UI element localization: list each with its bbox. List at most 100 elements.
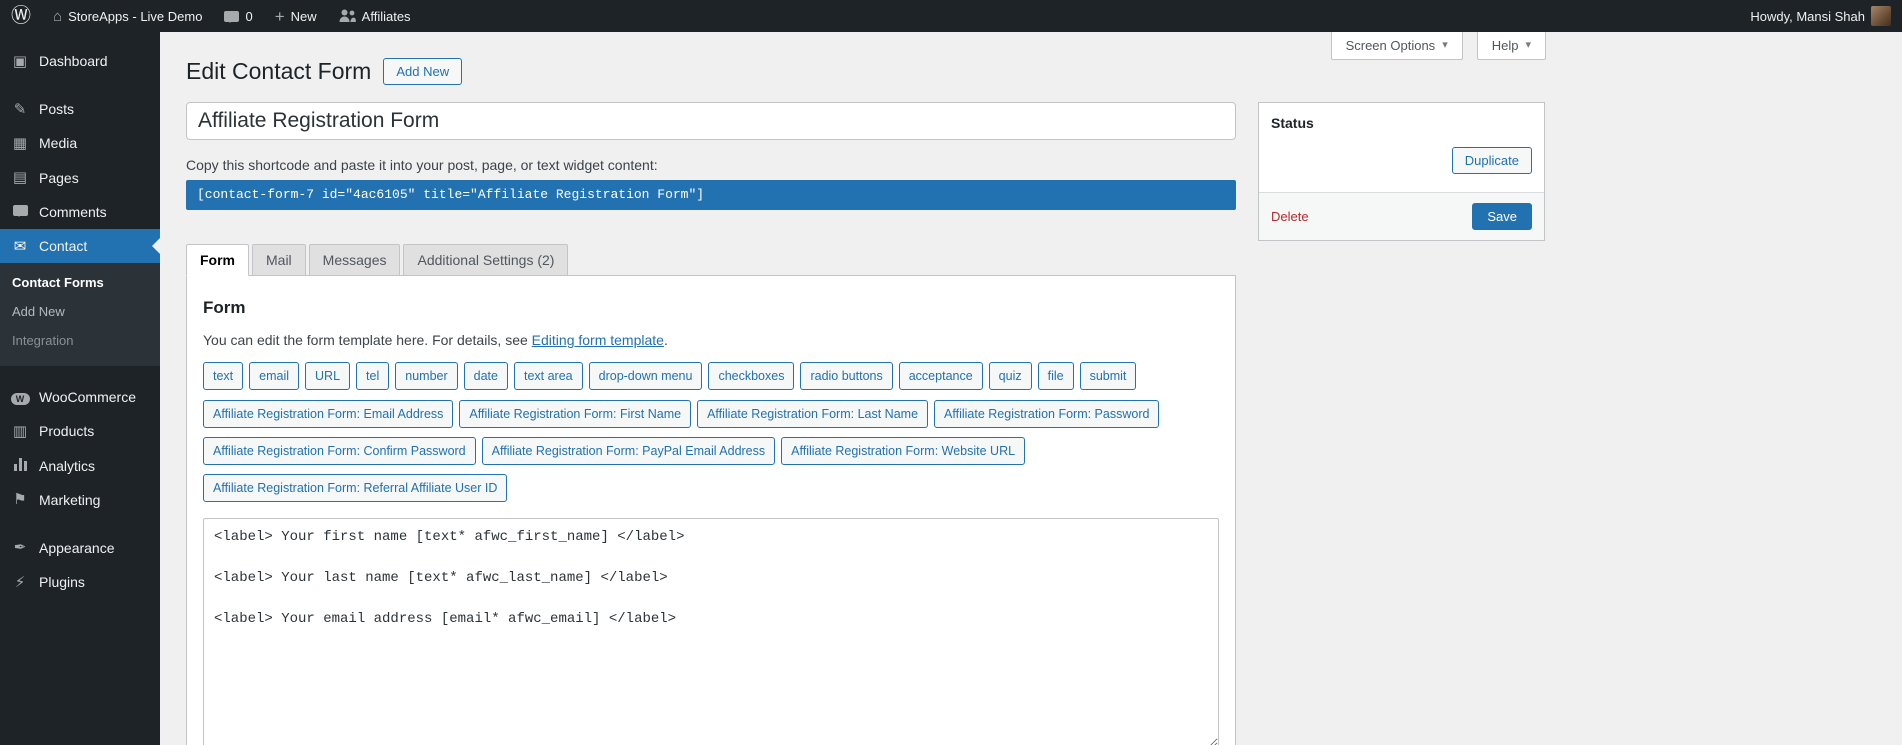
custom-tag-buttons: Affiliate Registration Form: Email Addre…	[203, 400, 1219, 503]
woocommerce-icon: W	[10, 390, 30, 405]
tag-generator-button[interactable]: checkboxes	[708, 361, 795, 391]
sidebar-item-label: Products	[39, 423, 95, 440]
form-template-editor[interactable]: <label> Your first name [text* afwc_firs…	[203, 518, 1219, 745]
form-title-input[interactable]	[186, 101, 1236, 140]
contact-submenu: Contact Forms Add New Integration	[0, 263, 160, 367]
sidebar-item-comments[interactable]: Comments	[0, 195, 160, 229]
home-icon: ⌂	[53, 7, 63, 25]
main-column: Copy this shortcode and paste it into yo…	[186, 101, 1236, 745]
sidebar-item-media[interactable]: ▦ Media	[0, 126, 160, 160]
tag-generator-button[interactable]: URL	[305, 361, 351, 391]
tag-generator-button[interactable]: radio buttons	[800, 361, 893, 391]
sidebar-item-label: Media	[39, 135, 78, 152]
sidebar-item-marketing[interactable]: ⚑ Marketing	[0, 483, 160, 517]
screen-options-button[interactable]: Screen Options ▾	[1330, 32, 1463, 60]
sidebar-item-pages[interactable]: ▤ Pages	[0, 161, 160, 195]
sidebar-item-posts[interactable]: ✎ Posts	[0, 92, 160, 126]
sidebar-item-products[interactable]: ▥ Products	[0, 414, 160, 448]
side-column: Status Duplicate Delete Save	[1258, 101, 1545, 241]
submenu-item-contact-forms[interactable]: Contact Forms	[0, 268, 160, 297]
custom-tag-button[interactable]: Affiliate Registration Form: Password	[934, 400, 1160, 429]
analytics-chart-icon	[10, 457, 30, 474]
menu-separator	[0, 366, 160, 380]
form-tab-panel: Form You can edit the form template here…	[186, 274, 1236, 745]
tag-generator-button[interactable]: number	[395, 361, 458, 391]
add-new-button[interactable]: Add New	[383, 58, 463, 86]
tag-generator-button[interactable]: quiz	[988, 361, 1032, 391]
wordpress-logo-icon: Ⓦ	[11, 5, 31, 27]
tab-form[interactable]: Form	[186, 243, 249, 276]
sidebar-item-plugins[interactable]: ⚡ Plugins	[0, 565, 160, 599]
status-body: Duplicate	[1259, 143, 1544, 192]
admin-sidebar: ▣ Dashboard ✎ Posts ▦ Media ▤ Pages Comm…	[0, 32, 160, 745]
comments-link[interactable]: 0	[213, 0, 263, 32]
pages-icon: ▤	[12, 169, 28, 187]
screen-options-label: Screen Options	[1345, 38, 1436, 53]
sidebar-item-dashboard[interactable]: ▣ Dashboard	[0, 44, 160, 78]
tag-generator-button[interactable]: acceptance	[898, 361, 983, 391]
tab-messages[interactable]: Messages	[308, 243, 401, 276]
custom-tag-button[interactable]: Affiliate Registration Form: Confirm Pas…	[203, 437, 476, 466]
sidebar-item-label: Pages	[39, 169, 79, 186]
tag-generator-button[interactable]: submit	[1079, 361, 1137, 391]
custom-tag-button[interactable]: Affiliate Registration Form: Website URL	[781, 437, 1026, 466]
sidebar-item-contact[interactable]: ✉ Contact	[0, 228, 160, 264]
sidebar-item-analytics[interactable]: Analytics	[0, 449, 160, 483]
submenu-item-integration[interactable]: Integration	[0, 326, 160, 355]
affiliates-people-icon	[339, 9, 356, 22]
help-button[interactable]: Help ▾	[1476, 32, 1546, 60]
affiliates-label: Affiliates	[361, 8, 411, 24]
sidebar-item-appearance[interactable]: ✒ Appearance	[0, 531, 160, 565]
submenu-item-add-new[interactable]: Add New	[0, 297, 160, 326]
tag-generator-button[interactable]: email	[249, 361, 300, 391]
shortcode-field[interactable]	[186, 179, 1236, 210]
wp-logo-menu[interactable]: Ⓦ	[0, 0, 42, 32]
duplicate-button[interactable]: Duplicate	[1451, 146, 1532, 174]
help-label: Help	[1491, 38, 1519, 53]
account-menu[interactable]: Howdy, Mansi Shah	[1739, 0, 1902, 32]
editor-columns: Copy this shortcode and paste it into yo…	[186, 101, 1546, 745]
shortcode-hint-text: Copy this shortcode and paste it into yo…	[186, 156, 658, 173]
media-icon: ▦	[12, 134, 28, 152]
sidebar-item-label: Dashboard	[39, 53, 108, 69]
custom-tag-button[interactable]: Affiliate Registration Form: Referral Af…	[203, 474, 508, 503]
menu-separator	[0, 517, 160, 531]
editing-form-template-link[interactable]: Editing form template	[532, 332, 664, 348]
custom-tag-button[interactable]: Affiliate Registration Form: PayPal Emai…	[481, 437, 776, 466]
save-button[interactable]: Save	[1472, 202, 1532, 230]
comments-bubble-icon	[224, 10, 240, 23]
posts-icon: ✎	[13, 100, 27, 118]
sidebar-item-label: Plugins	[39, 574, 85, 591]
appearance-icon: ✒	[13, 539, 27, 557]
editor-hint: You can edit the form template here. For…	[203, 332, 1219, 348]
delete-link[interactable]: Delete	[1271, 209, 1309, 224]
marketing-icon: ⚑	[13, 491, 27, 509]
site-name-link[interactable]: ⌂ StoreApps - Live Demo	[42, 0, 213, 32]
custom-tag-button[interactable]: Affiliate Registration Form: Last Name	[697, 400, 929, 429]
custom-tag-button[interactable]: Affiliate Registration Form: First Name	[459, 400, 692, 429]
chevron-down-icon: ▾	[1525, 39, 1531, 51]
screen-meta-links: Screen Options ▾ Help ▾	[1330, 32, 1546, 60]
status-heading: Status	[1271, 114, 1314, 131]
content-area: Screen Options ▾ Help ▾ Edit Contact For…	[160, 32, 1902, 745]
tag-generator-button[interactable]: text area	[513, 361, 583, 391]
site-name-label: StoreApps - Live Demo	[68, 8, 203, 24]
tag-generator-button[interactable]: file	[1037, 361, 1074, 391]
custom-tag-button[interactable]: Affiliate Registration Form: Email Addre…	[203, 400, 454, 429]
tag-generator-button[interactable]: tel	[356, 361, 390, 391]
affiliates-link[interactable]: Affiliates	[328, 0, 422, 32]
status-panel: Status Duplicate Delete Save	[1258, 101, 1545, 241]
tag-generator-button[interactable]: drop-down menu	[588, 361, 703, 391]
new-content-link[interactable]: + New	[264, 0, 328, 32]
sidebar-item-label: Marketing	[39, 491, 101, 508]
page-title: Edit Contact Form	[186, 58, 372, 84]
tab-mail[interactable]: Mail	[252, 243, 306, 276]
tag-generator-button[interactable]: date	[463, 361, 508, 391]
chevron-down-icon: ▾	[1442, 39, 1448, 51]
sidebar-item-label: Appearance	[39, 539, 115, 556]
products-icon: ▥	[12, 422, 28, 440]
contact-envelope-icon: ✉	[13, 237, 27, 255]
tag-generator-button[interactable]: text	[203, 361, 244, 391]
tab-additional-settings[interactable]: Additional Settings (2)	[403, 243, 569, 276]
sidebar-item-woocommerce[interactable]: W WooCommerce	[0, 380, 160, 414]
